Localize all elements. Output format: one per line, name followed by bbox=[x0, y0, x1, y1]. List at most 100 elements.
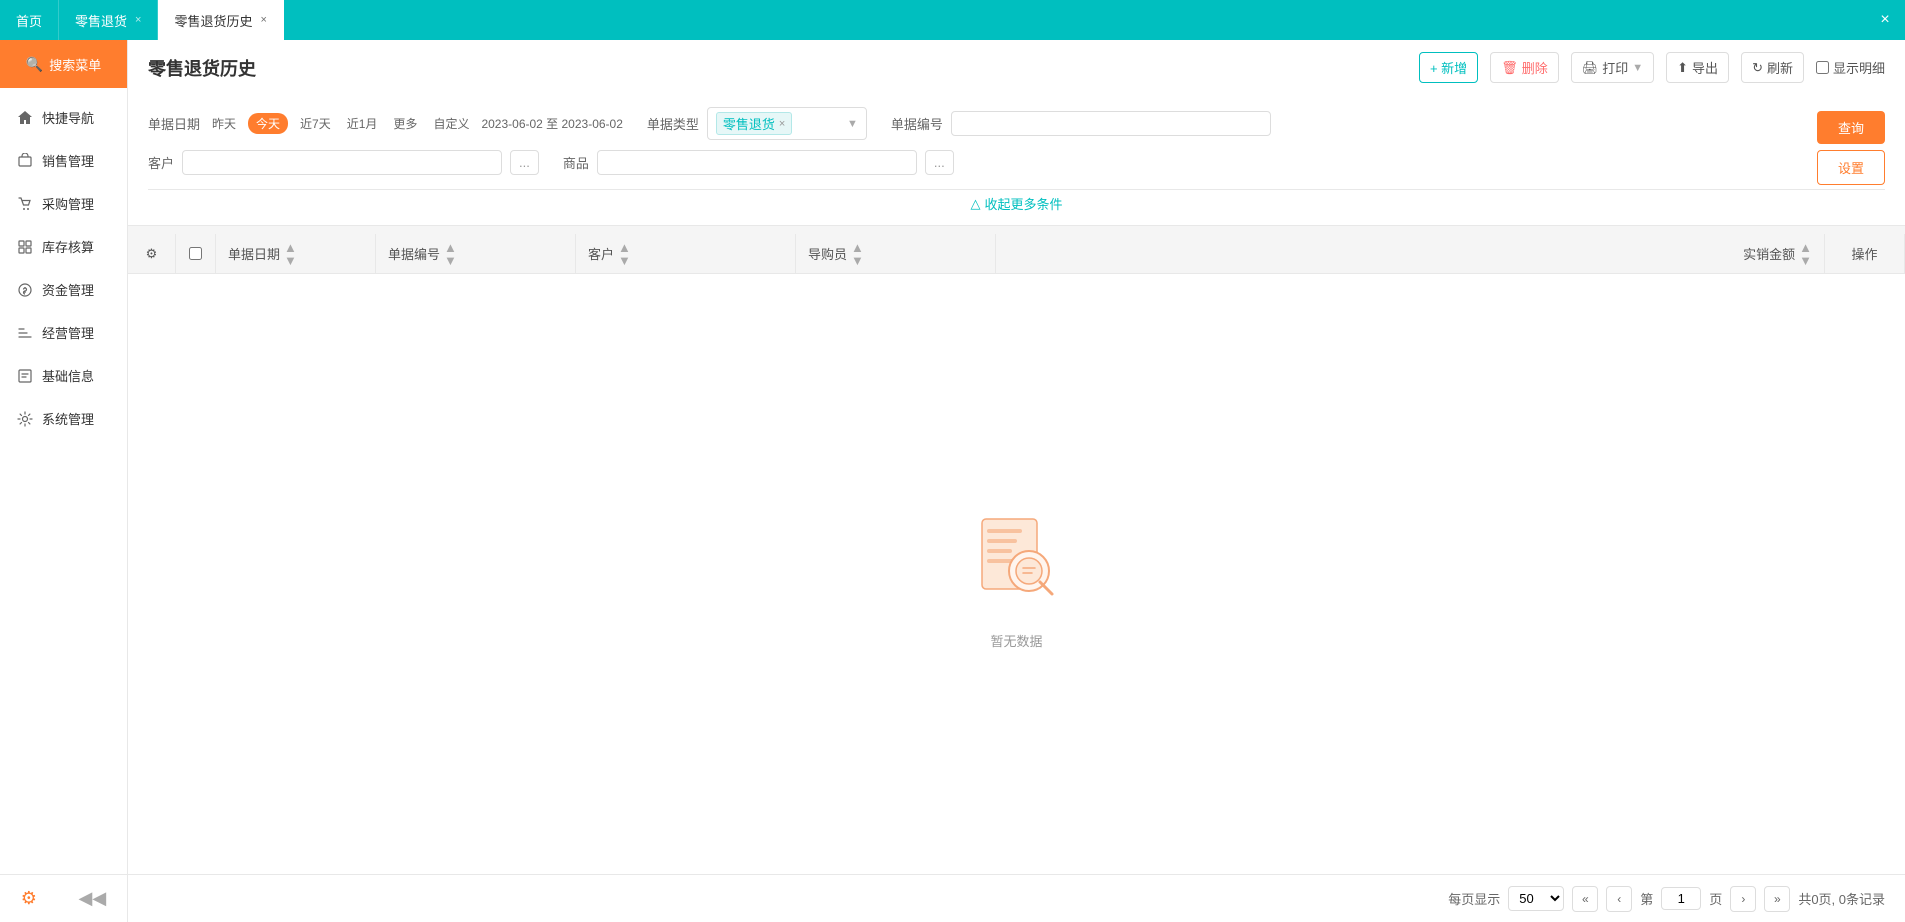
date-shortcut-7days[interactable]: 近7天 bbox=[296, 113, 335, 134]
pagination: 每页显示 50 10 20 100 « ‹ 第 页 › » 共0页, 0条记录 bbox=[128, 874, 1905, 922]
filter-area: 单据日期 昨天 今天 近7天 近1月 更多 自定义 2023-06-02 至 2… bbox=[148, 95, 1885, 225]
filter-customer-item: 客户 ... bbox=[148, 150, 539, 175]
date-shortcuts: 昨天 今天 近7天 近1月 更多 自定义 bbox=[208, 113, 473, 134]
show-detail-checkbox[interactable] bbox=[1816, 61, 1829, 74]
management-icon bbox=[16, 324, 34, 342]
finance-icon bbox=[16, 281, 34, 299]
sidebar-item-system[interactable]: 系统管理 bbox=[0, 397, 127, 440]
tab-home[interactable]: + 新增 首页 bbox=[0, 0, 59, 40]
tab-close-retail-return[interactable]: × bbox=[135, 14, 141, 26]
tab-retail-return-history[interactable]: 零售退货历史 × bbox=[158, 0, 283, 40]
sort-number-icon: ▲▼ bbox=[444, 241, 457, 267]
sidebar-item-sales[interactable]: 销售管理 bbox=[0, 139, 127, 182]
query-button[interactable]: 查询 bbox=[1817, 111, 1885, 144]
empty-illustration bbox=[957, 499, 1077, 619]
th-action: 操作 bbox=[1825, 234, 1905, 273]
filter-goods-item: 商品 ... bbox=[563, 150, 954, 175]
date-filter-label: 单据日期 bbox=[148, 114, 200, 133]
sidebar-item-management[interactable]: 经营管理 bbox=[0, 311, 127, 354]
type-tag-close[interactable]: × bbox=[779, 118, 785, 130]
date-range-display: 2023-06-02 至 2023-06-02 bbox=[481, 115, 622, 132]
refresh-button[interactable]: ↻ 刷新 bbox=[1741, 52, 1804, 83]
select-all-checkbox[interactable] bbox=[189, 247, 202, 260]
sidebar-item-purchase[interactable]: 采购管理 bbox=[0, 182, 127, 225]
filter-type-item: 单据类型 零售退货 × ▼ bbox=[647, 107, 867, 140]
collapse-label: 收起更多条件 bbox=[984, 194, 1062, 213]
add-button[interactable]: + 新增 bbox=[1419, 52, 1478, 83]
print-button[interactable]: 🖨 打印 ▼ bbox=[1571, 52, 1654, 83]
date-shortcut-more[interactable]: 更多 bbox=[389, 113, 421, 134]
last-page-btn[interactable]: » bbox=[1764, 886, 1790, 912]
window-close-button[interactable]: × bbox=[1865, 0, 1905, 40]
sidebar-item-quick-nav[interactable]: 快捷导航 bbox=[0, 96, 127, 139]
sidebar-item-label: 采购管理 bbox=[42, 194, 94, 213]
first-page-btn[interactable]: « bbox=[1572, 886, 1598, 912]
sidebar-item-finance[interactable]: 资金管理 bbox=[0, 268, 127, 311]
delete-button[interactable]: 🗑 删除 bbox=[1490, 52, 1559, 83]
customer-ellipsis-btn[interactable]: ... bbox=[510, 150, 539, 175]
date-shortcut-1month[interactable]: 近1月 bbox=[343, 113, 382, 134]
sidebar-item-inventory[interactable]: 库存核算 bbox=[0, 225, 127, 268]
type-filter-select[interactable]: 零售退货 × ▼ bbox=[707, 107, 867, 140]
date-shortcut-custom[interactable]: 自定义 bbox=[429, 113, 473, 134]
sidebar-item-label: 资金管理 bbox=[42, 280, 94, 299]
sidebar-search-label: 搜索菜单 bbox=[49, 55, 101, 74]
goods-filter-label: 商品 bbox=[563, 153, 589, 172]
sort-guide-icon: ▲▼ bbox=[851, 241, 864, 267]
export-icon: ⬆ bbox=[1677, 60, 1688, 76]
th-checkbox[interactable] bbox=[176, 234, 216, 273]
page-title: 零售退货历史 bbox=[148, 55, 256, 81]
page-title-row: 零售退货历史 + 新增 🗑 删除 🖨 打印 ▼ ⬆ 导出 bbox=[148, 52, 1885, 83]
sidebar-item-basic-info[interactable]: 基础信息 bbox=[0, 354, 127, 397]
print-icon: 🖨 bbox=[1582, 60, 1599, 76]
filter-row-1: 单据日期 昨天 今天 近7天 近1月 更多 自定义 2023-06-02 至 2… bbox=[148, 107, 1817, 140]
sidebar-settings-icon[interactable]: ⚙ bbox=[21, 888, 37, 909]
sidebar-item-label: 快捷导航 bbox=[42, 108, 94, 127]
customer-filter-label: 客户 bbox=[148, 153, 174, 172]
sidebar-menu-icon[interactable]: ◀◀ bbox=[79, 888, 107, 909]
sidebar-item-label: 系统管理 bbox=[42, 409, 94, 428]
th-date[interactable]: 单据日期 ▲▼ bbox=[216, 234, 376, 273]
sales-icon bbox=[16, 152, 34, 170]
date-shortcut-today[interactable]: 今天 bbox=[248, 113, 288, 134]
th-amount[interactable]: 实销金额 ▲▼ bbox=[996, 234, 1825, 273]
page-number-input[interactable] bbox=[1661, 887, 1701, 910]
filter-row-2: 客户 ... 商品 ... bbox=[148, 150, 1817, 175]
table-body: 暂无数据 bbox=[128, 274, 1905, 874]
settings-button[interactable]: 设置 bbox=[1817, 150, 1885, 185]
sort-date-icon: ▲▼ bbox=[284, 241, 297, 267]
number-filter-input[interactable] bbox=[951, 111, 1271, 136]
toolbar: + 新增 🗑 删除 🖨 打印 ▼ ⬆ 导出 ↻ bbox=[1419, 52, 1885, 83]
th-guide[interactable]: 导购员 ▲▼ bbox=[796, 234, 996, 273]
goods-ellipsis-btn[interactable]: ... bbox=[925, 150, 954, 175]
search-icon: 🔍 bbox=[26, 56, 43, 73]
number-filter-label: 单据编号 bbox=[891, 114, 943, 133]
sidebar-bottom: ⚙ ◀◀ bbox=[0, 874, 127, 922]
next-page-btn[interactable]: › bbox=[1730, 886, 1756, 912]
th-settings[interactable]: ⚙ bbox=[128, 234, 176, 273]
per-page-label: 每页显示 bbox=[1448, 889, 1500, 908]
type-dropdown-icon: ▼ bbox=[847, 118, 858, 130]
sidebar-item-label: 经营管理 bbox=[42, 323, 94, 342]
export-button[interactable]: ⬆ 导出 bbox=[1666, 52, 1729, 83]
collapse-more-conditions-btn[interactable]: △ 收起更多条件 bbox=[148, 189, 1885, 217]
query-settings-col: 查询 设置 bbox=[1817, 107, 1885, 185]
type-filter-label: 单据类型 bbox=[647, 114, 699, 133]
purchase-icon bbox=[16, 195, 34, 213]
top-bar: + 新增 首页 零售退货 × 零售退货历史 × × bbox=[0, 0, 1905, 40]
per-page-select[interactable]: 50 10 20 100 bbox=[1508, 886, 1564, 911]
customer-filter-input[interactable] bbox=[182, 150, 502, 175]
inventory-icon bbox=[16, 238, 34, 256]
sidebar-search[interactable]: 🔍 搜索菜单 bbox=[0, 40, 127, 88]
th-number[interactable]: 单据编号 ▲▼ bbox=[376, 234, 576, 273]
th-customer[interactable]: 客户 ▲▼ bbox=[576, 234, 796, 273]
show-detail-checkbox-label[interactable]: 显示明细 bbox=[1816, 58, 1885, 77]
delete-icon: 🗑 bbox=[1501, 60, 1518, 76]
prev-page-btn[interactable]: ‹ bbox=[1606, 886, 1632, 912]
tab-retail-return[interactable]: 零售退货 × bbox=[59, 0, 158, 40]
sort-amount-icon: ▲▼ bbox=[1799, 241, 1812, 267]
collapse-icon: △ bbox=[970, 196, 980, 212]
goods-filter-input[interactable] bbox=[597, 150, 917, 175]
tab-close-retail-return-history[interactable]: × bbox=[260, 14, 266, 26]
date-shortcut-yesterday[interactable]: 昨天 bbox=[208, 113, 240, 134]
